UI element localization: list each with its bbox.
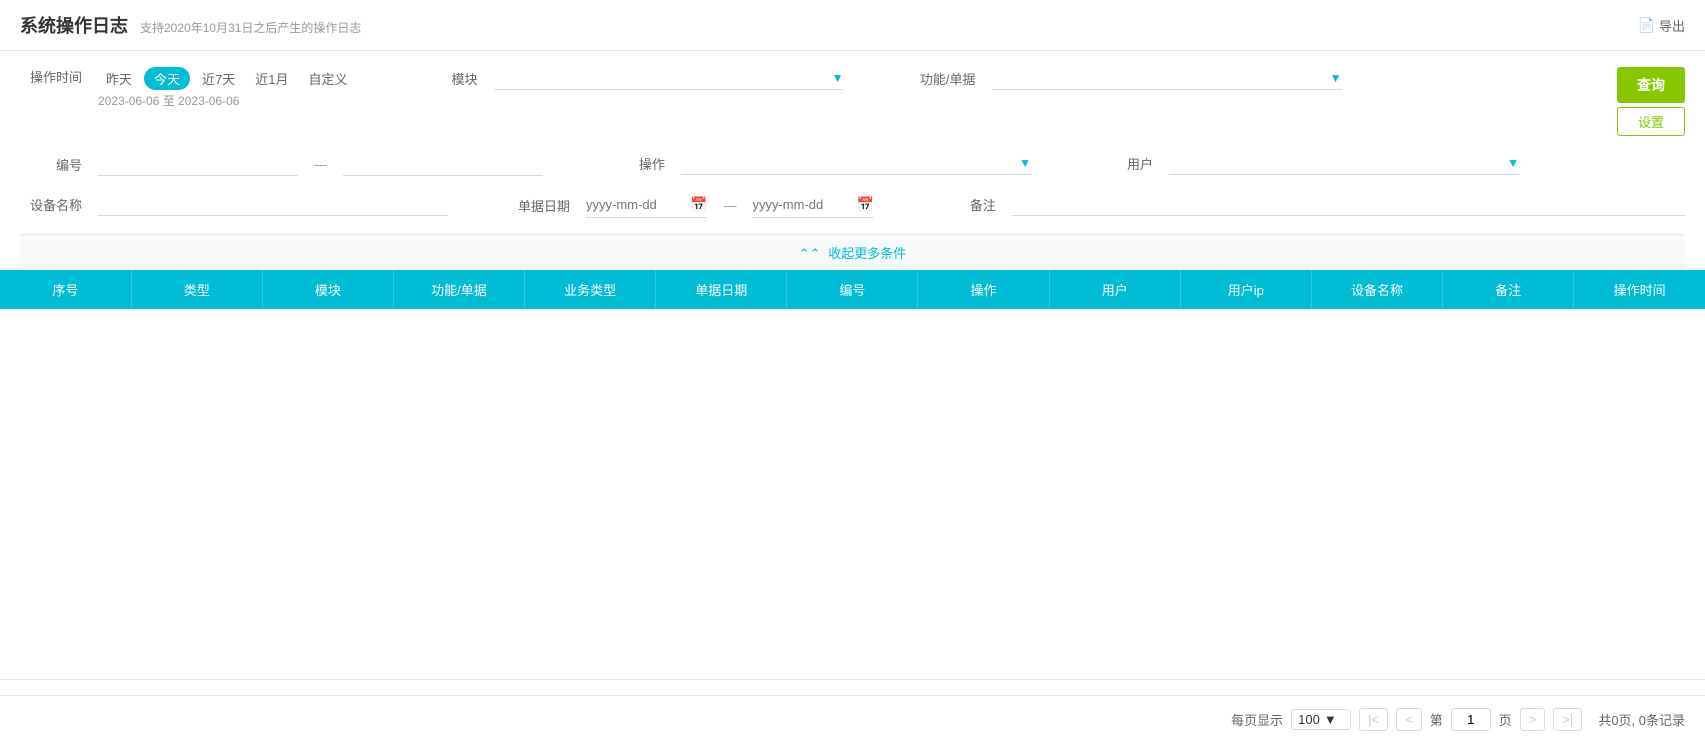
time-label: 操作时间: [20, 67, 90, 86]
module-label: 模块: [416, 69, 486, 88]
doc-date-to-input[interactable]: [752, 197, 852, 212]
operation-label: 操作: [603, 154, 673, 173]
time-btn-7days[interactable]: 近7天: [194, 67, 243, 90]
table-body: [0, 309, 1705, 609]
table-header: 序号类型模块功能/单据业务类型单据日期编号操作用户用户ip设备名称备注操作时间: [0, 270, 1705, 309]
settings-button[interactable]: 设置: [1617, 107, 1685, 136]
last-page-button[interactable]: >|: [1553, 708, 1582, 731]
table-col-模块: 模块: [262, 270, 393, 309]
table-col-用户: 用户: [1049, 270, 1180, 309]
feature-dropdown-icon: ▼: [1330, 71, 1342, 85]
table-col-操作: 操作: [918, 270, 1049, 309]
horizontal-scrollbar[interactable]: [0, 679, 1705, 695]
total-info: 共0页, 0条记录: [1598, 710, 1685, 729]
query-button[interactable]: 查询: [1617, 67, 1685, 103]
module-select[interactable]: ▼: [494, 67, 844, 90]
calendar-from-icon[interactable]: 📅: [690, 196, 707, 213]
time-btn-today[interactable]: 今天: [144, 67, 190, 90]
page-unit: 页: [1499, 710, 1512, 729]
operation-select[interactable]: ▼: [681, 152, 1031, 175]
time-btn-custom[interactable]: 自定义: [301, 67, 356, 90]
feature-select[interactable]: ▼: [992, 67, 1342, 90]
collapse-icon: ⌃⌃: [799, 246, 821, 261]
time-btn-1month[interactable]: 近1月: [247, 67, 296, 90]
per-page-dropdown-icon: ▼: [1324, 712, 1337, 727]
empty-row: [0, 309, 1705, 609]
time-range: 2023-06-06 至 2023-06-06: [98, 92, 356, 109]
table-col-备注: 备注: [1443, 270, 1574, 309]
per-page-label: 每页显示: [1231, 710, 1283, 729]
table-col-操作时间: 操作时间: [1574, 270, 1705, 309]
table-header-row: 序号类型模块功能/单据业务类型单据日期编号操作用户用户ip设备名称备注操作时间: [0, 270, 1705, 309]
doc-date-from-input[interactable]: [586, 197, 686, 212]
table-col-业务类型: 业务类型: [525, 270, 656, 309]
per-page-value: 100: [1298, 712, 1320, 727]
number-label: 编号: [20, 155, 90, 174]
table-col-用户ip: 用户ip: [1180, 270, 1311, 309]
user-dropdown-icon: ▼: [1507, 156, 1519, 170]
table-col-设备名称: 设备名称: [1311, 270, 1442, 309]
remark-label: 备注: [934, 195, 1004, 214]
calendar-to-icon[interactable]: 📅: [856, 196, 873, 213]
remark-input[interactable]: [1012, 192, 1685, 216]
doc-date-from-wrap: 📅: [586, 192, 707, 218]
next-page-button[interactable]: >: [1520, 708, 1546, 731]
number-dash: —: [306, 157, 335, 172]
page-title: 系统操作日志: [20, 12, 128, 38]
table-col-序号: 序号: [0, 270, 131, 309]
table-col-单据日期: 单据日期: [656, 270, 787, 309]
export-button[interactable]: 📄 导出: [1638, 16, 1685, 35]
export-label: 导出: [1659, 16, 1685, 35]
prev-page-button[interactable]: <: [1396, 708, 1422, 731]
table-col-编号: 编号: [787, 270, 918, 309]
feature-label: 功能/单据: [904, 69, 984, 88]
page-number-input[interactable]: 1: [1451, 708, 1491, 731]
collapse-bar[interactable]: ⌃⌃ 收起更多条件: [20, 234, 1685, 270]
device-input[interactable]: [98, 192, 448, 216]
data-table: 序号类型模块功能/单据业务类型单据日期编号操作用户用户ip设备名称备注操作时间: [0, 270, 1705, 609]
per-page-select[interactable]: 100 ▼: [1291, 709, 1351, 730]
user-select[interactable]: ▼: [1169, 152, 1519, 175]
user-label: 用户: [1091, 154, 1161, 173]
table-col-功能/单据: 功能/单据: [393, 270, 524, 309]
doc-date-dash: —: [715, 198, 744, 213]
collapse-label: 收起更多条件: [828, 246, 906, 261]
doc-date-to-wrap: 📅: [752, 192, 873, 218]
page-label: 第: [1430, 710, 1443, 729]
page-subtitle: 支持2020年10月31日之后产生的操作日志: [140, 19, 361, 36]
export-icon: 📄: [1638, 17, 1655, 34]
operation-dropdown-icon: ▼: [1019, 156, 1031, 170]
module-dropdown-icon: ▼: [832, 71, 844, 85]
doc-date-label: 单据日期: [508, 196, 578, 215]
pagination-bar: 每页显示 100 ▼ |< < 第 1 页 > >| 共0页, 0条记录: [0, 695, 1705, 743]
number-to-input[interactable]: [343, 152, 543, 176]
number-from-input[interactable]: [98, 152, 298, 176]
device-label: 设备名称: [20, 195, 90, 214]
time-btn-yesterday[interactable]: 昨天: [98, 67, 140, 90]
table-col-类型: 类型: [131, 270, 262, 309]
first-page-button[interactable]: |<: [1359, 708, 1388, 731]
